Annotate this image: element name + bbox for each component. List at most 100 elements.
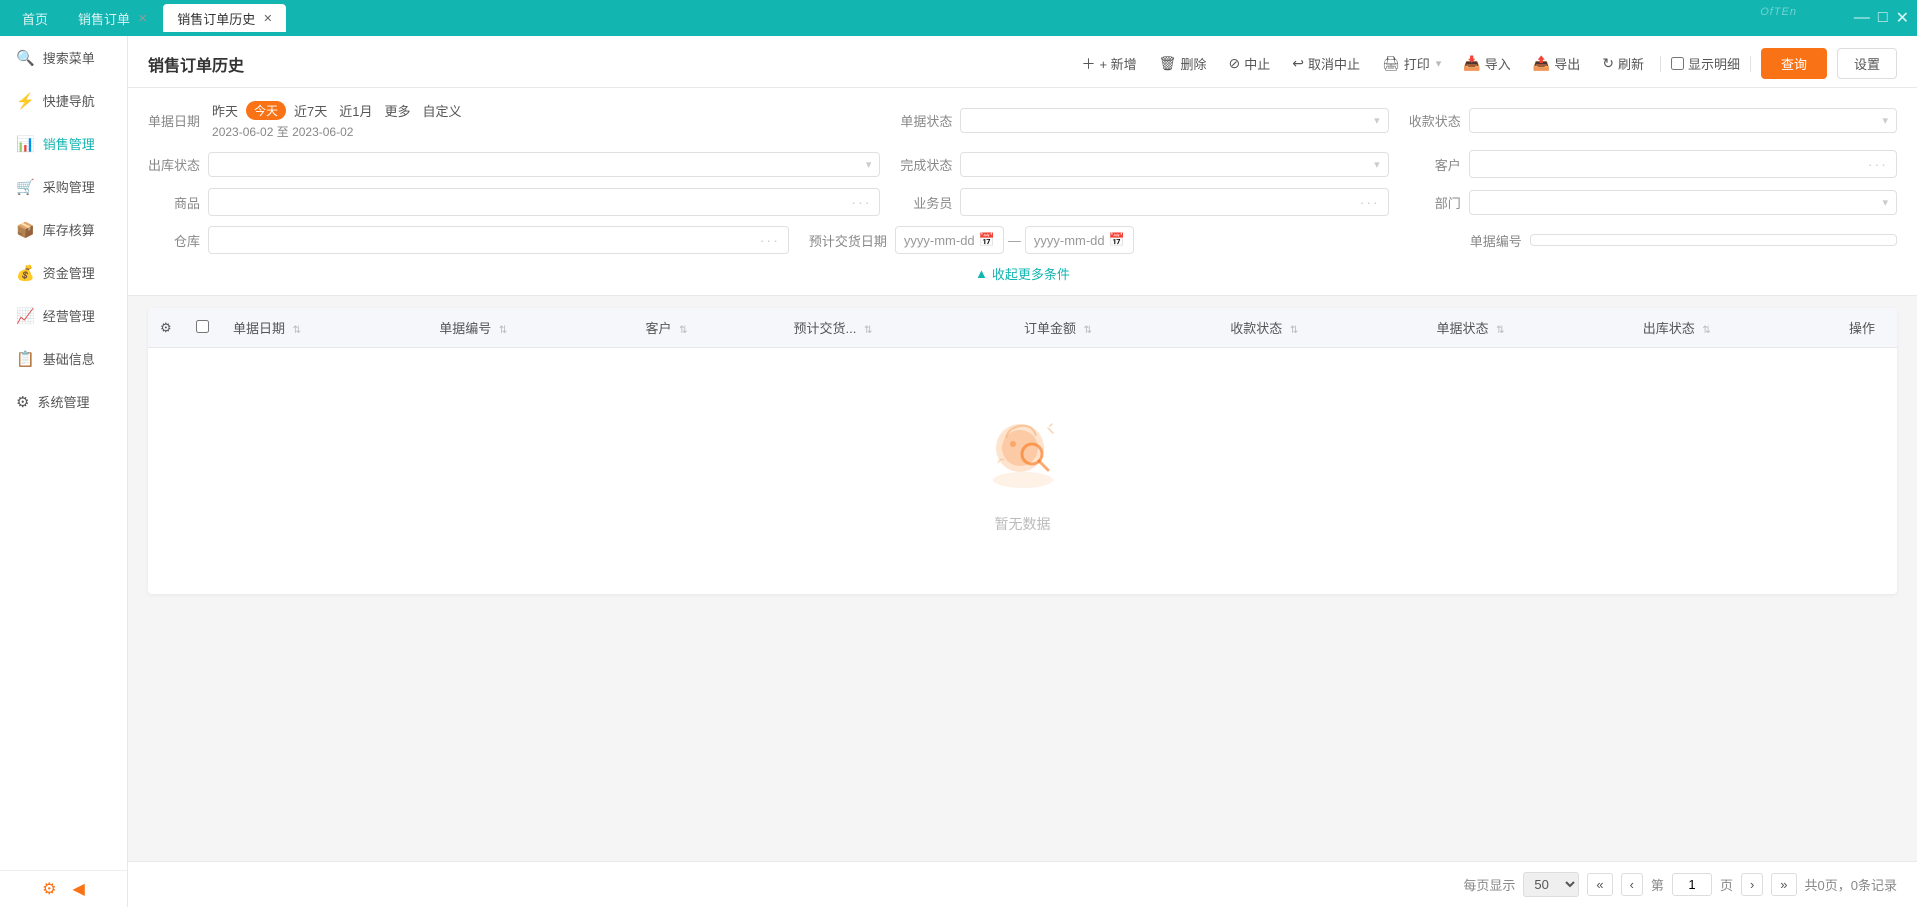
tab-sales-order-history-close[interactable]: ✕ — [263, 12, 272, 25]
cancel-stop-icon: ↩ — [1292, 55, 1304, 72]
export-button[interactable]: 📤 导出 — [1527, 50, 1586, 77]
filter-order-number-control[interactable] — [1530, 234, 1897, 246]
sidebar-item-fund-mgmt[interactable]: 💰 资金管理 — [0, 251, 127, 294]
th-order-status[interactable]: 单据状态 ⇅ — [1424, 308, 1630, 348]
page-number-input[interactable] — [1672, 873, 1712, 896]
last-page-button[interactable]: » — [1771, 873, 1796, 896]
filter-product-control[interactable]: ··· — [208, 188, 880, 216]
purchase-mgmt-icon: 🛒 — [16, 178, 35, 196]
refresh-button[interactable]: ↻ 刷新 — [1596, 50, 1650, 77]
filter-date-item: 单据日期 昨天 今天 近7天 近1月 更多 自定义 2023-06-02 至 2… — [148, 100, 880, 140]
tab-sales-order-history[interactable]: 销售订单历史 ✕ — [163, 4, 286, 32]
new-icon: ＋ — [1081, 54, 1095, 74]
filter-delivery-status-item: 出库状态 ▾ — [148, 152, 880, 177]
date-today-btn[interactable]: 今天 — [246, 101, 286, 120]
filter-order-status-label: 单据状态 — [900, 111, 960, 130]
export-icon: 📤 — [1533, 55, 1550, 72]
filter-department-control[interactable]: ▾ — [1469, 190, 1897, 215]
delete-button[interactable]: 🗑 删除 — [1153, 50, 1213, 77]
sidebar-item-sales-mgmt-label: 销售管理 — [43, 134, 95, 153]
sidebar-item-ops-mgmt[interactable]: 📈 经营管理 — [0, 294, 127, 337]
cancel-stop-button[interactable]: ↩ 取消中止 — [1286, 50, 1366, 77]
prev-page-button[interactable]: ‹ — [1621, 873, 1643, 896]
th-payment-status[interactable]: 收款状态 ⇅ — [1218, 308, 1424, 348]
sort-order-status-icon: ⇅ — [1496, 325, 1504, 336]
page-size-select[interactable]: 10 20 50 100 — [1523, 872, 1579, 897]
filter-payment-status-control[interactable]: ▾ — [1469, 108, 1897, 133]
th-operation: 操作 — [1837, 308, 1897, 348]
date-more-btn[interactable]: 更多 — [381, 100, 415, 121]
sidebar-item-quick-nav-label: 快捷导航 — [43, 91, 95, 110]
filter-completion-status-control[interactable]: ▾ — [960, 152, 1388, 177]
date-custom-btn[interactable]: 自定义 — [419, 100, 466, 121]
filter-salesperson-control[interactable]: ··· — [960, 188, 1388, 216]
new-button[interactable]: ＋ + 新增 — [1075, 50, 1142, 78]
display-detail-checkbox[interactable]: 显示明细 — [1671, 54, 1740, 73]
content-area: 销售订单历史 ＋ + 新增 🗑 删除 ⊘ 中止 ↩ — [128, 36, 1917, 907]
first-page-button[interactable]: « — [1587, 873, 1612, 896]
date-range-display: 2023-06-02 至 2023-06-02 — [212, 123, 880, 140]
sidebar-item-search-menu[interactable]: 🔍 搜索菜单 — [0, 36, 127, 79]
sort-amount-icon: ⇅ — [1084, 325, 1092, 336]
sidebar-item-basic-info[interactable]: 📋 基础信息 — [0, 337, 127, 380]
th-checkbox[interactable] — [184, 308, 221, 348]
th-date[interactable]: 单据日期 ⇅ — [221, 308, 427, 348]
calendar-end-icon: 📅 — [1109, 232, 1125, 248]
filter-delivery-status-control[interactable]: ▾ — [208, 152, 880, 177]
collapse-row[interactable]: ▲ 收起更多条件 — [148, 264, 1897, 283]
window-maximize-icon[interactable]: □ — [1878, 9, 1888, 27]
window-close-icon[interactable]: ✕ — [1896, 8, 1909, 28]
sort-number-icon: ⇅ — [499, 325, 507, 336]
filter-row-3: 商品 ··· 业务员 ··· 部门 — [148, 188, 1897, 216]
sidebar-item-sales-mgmt[interactable]: 📊 销售管理 — [0, 122, 127, 165]
query-button[interactable]: 查询 — [1761, 48, 1827, 79]
th-number[interactable]: 单据编号 ⇅ — [427, 308, 633, 348]
filter-warehouse-control[interactable]: ··· — [208, 226, 789, 254]
tab-sales-order-close[interactable]: ✕ — [138, 12, 147, 25]
th-delivery-status[interactable]: 出库状态 ⇅ — [1631, 308, 1837, 348]
sidebar-item-purchase-mgmt[interactable]: 🛒 采购管理 — [0, 165, 127, 208]
sidebar-item-quick-nav[interactable]: ⚡ 快捷导航 — [0, 79, 127, 122]
import-button[interactable]: 📥 导入 — [1457, 50, 1516, 77]
filter-row-1: 单据日期 昨天 今天 近7天 近1月 更多 自定义 2023-06-02 至 2… — [148, 100, 1897, 140]
warehouse-dots-icon: ··· — [760, 232, 780, 248]
sidebar-collapse-icon[interactable]: ◀ — [73, 879, 85, 899]
setting-button[interactable]: 设置 — [1837, 48, 1897, 79]
th-delivery-date[interactable]: 预计交货... ⇅ — [781, 308, 1012, 348]
th-customer[interactable]: 客户 ⇅ — [634, 308, 782, 348]
filter-product-label: 商品 — [148, 193, 208, 212]
date-last-month-btn[interactable]: 近1月 — [335, 100, 376, 121]
page-size-label: 每页显示 — [1463, 875, 1515, 894]
filter-delivery-status-label: 出库状态 — [148, 155, 208, 174]
ops-mgmt-icon: 📈 — [16, 307, 35, 325]
th-gear[interactable]: ⚙ — [148, 308, 184, 348]
sidebar-item-sys-mgmt[interactable]: ⚙ 系统管理 — [0, 380, 127, 423]
search-menu-icon: 🔍 — [16, 49, 35, 67]
data-table: ⚙ 单据日期 ⇅ 单据编号 ⇅ — [148, 308, 1897, 594]
next-page-button[interactable]: › — [1741, 873, 1763, 896]
page-header: 销售订单历史 ＋ + 新增 🗑 删除 ⊘ 中止 ↩ — [128, 36, 1917, 88]
select-all-checkbox[interactable] — [196, 320, 209, 333]
date-last7-btn[interactable]: 近7天 — [290, 100, 331, 121]
collapse-label: 收起更多条件 — [992, 264, 1070, 283]
empty-state: 暂无数据 — [148, 348, 1897, 594]
delivery-date-start-input[interactable]: yyyy-mm-dd 📅 — [895, 226, 1004, 254]
delivery-date-end-input[interactable]: yyyy-mm-dd 📅 — [1025, 226, 1134, 254]
refresh-icon: ↻ — [1602, 55, 1614, 72]
print-button[interactable]: 🖨 打印 ▾ — [1376, 50, 1447, 77]
sidebar-settings-icon[interactable]: ⚙ — [42, 879, 56, 899]
display-detail-input[interactable] — [1671, 57, 1684, 70]
tab-home[interactable]: 首页 — [8, 4, 62, 32]
filter-customer-control[interactable]: ··· — [1469, 150, 1897, 178]
completion-status-arrow-icon: ▾ — [1374, 158, 1380, 171]
gear-settings-icon[interactable]: ⚙ — [160, 320, 172, 335]
sidebar-item-inventory-check[interactable]: 📦 库存核算 — [0, 208, 127, 251]
date-yesterday-btn[interactable]: 昨天 — [208, 100, 242, 121]
window-minimize-icon[interactable]: — — [1854, 9, 1870, 27]
sort-date-icon: ⇅ — [293, 325, 301, 336]
th-amount[interactable]: 订单金额 ⇅ — [1012, 308, 1218, 348]
tab-sales-order[interactable]: 销售订单 ✕ — [64, 4, 161, 32]
total-info: 共0页，0条记录 — [1805, 875, 1897, 894]
stop-button[interactable]: ⊘ 中止 — [1222, 50, 1276, 77]
filter-order-status-control[interactable]: ▾ — [960, 108, 1388, 133]
